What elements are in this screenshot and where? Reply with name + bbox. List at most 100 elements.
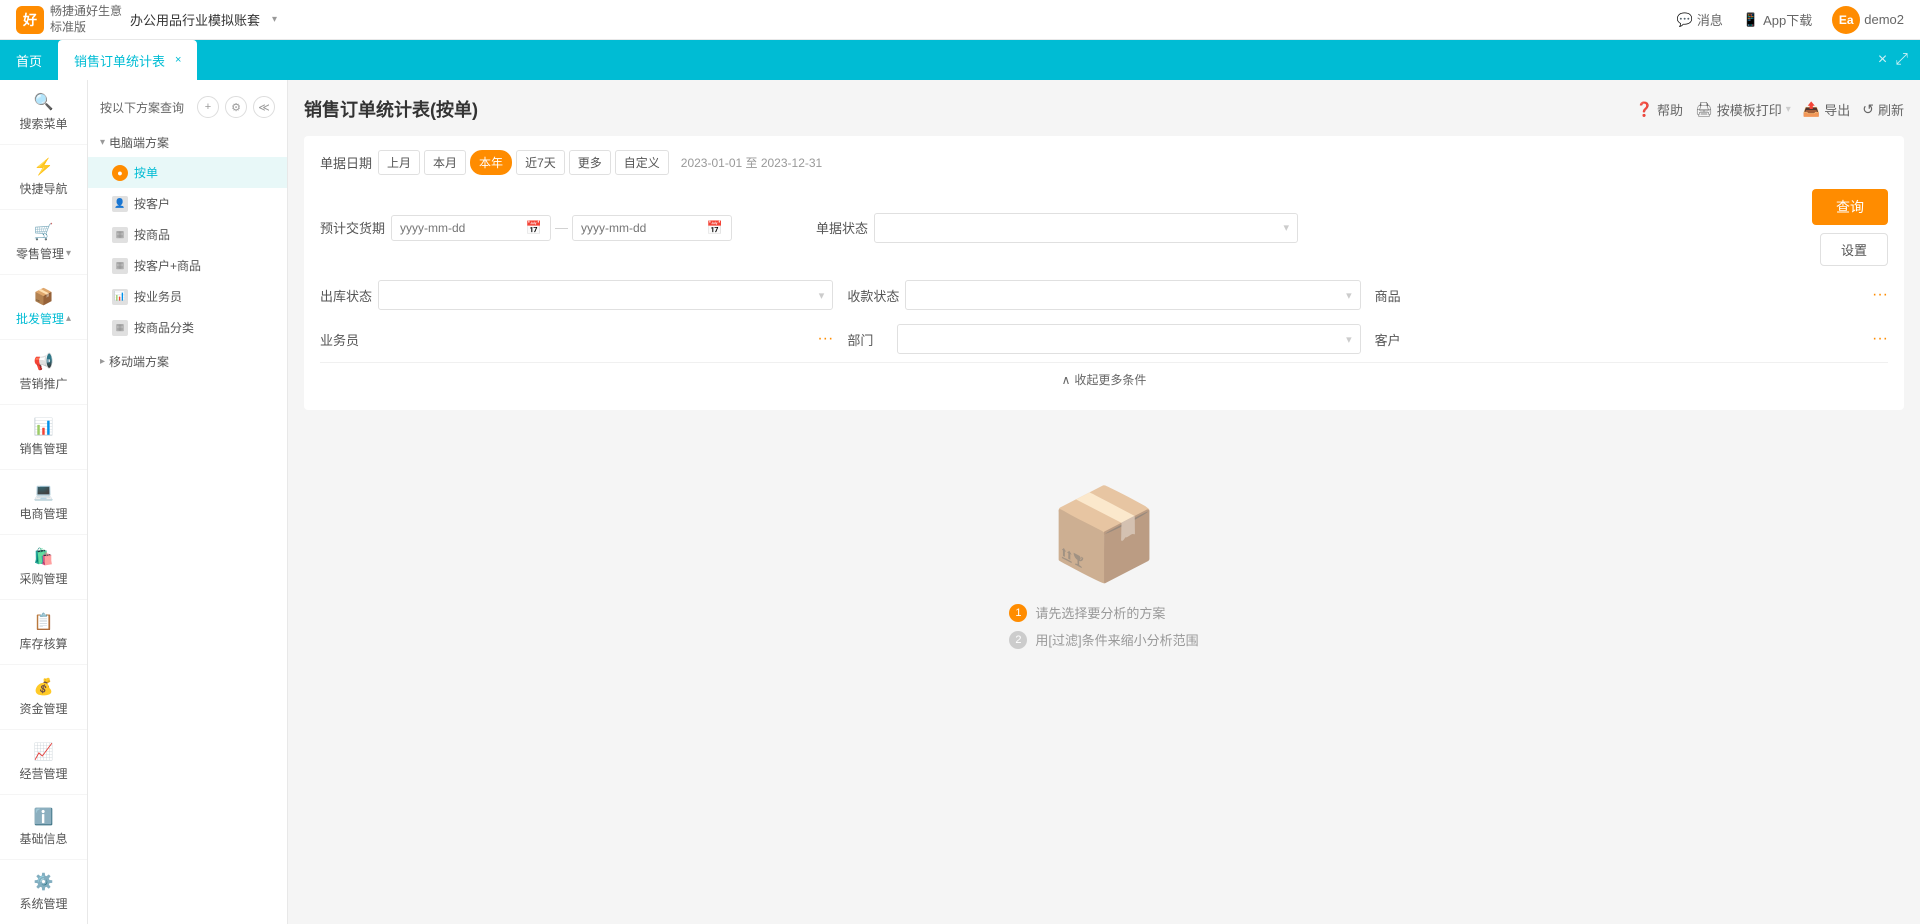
tab-active[interactable]: 销售订单统计表 × — [58, 40, 197, 80]
salesperson-more-btn[interactable]: ··· — [817, 330, 833, 348]
goods-more-btn[interactable]: ··· — [1872, 286, 1888, 304]
tab-close-btn[interactable]: × — [175, 54, 181, 66]
query-button[interactable]: 查询 — [1812, 189, 1888, 225]
by-customer-icon: 👤 — [112, 196, 128, 212]
sidebar-item-system[interactable]: ⚙️ 系统管理 — [0, 860, 87, 924]
scheme-by-goods[interactable]: ▦ 按商品 — [88, 219, 287, 250]
sidebar-item-marketing[interactable]: 📢 营销推广 — [0, 340, 87, 405]
shipping-status-select[interactable]: ▾ — [378, 280, 833, 310]
scheme-by-order[interactable]: ● 按单 — [88, 157, 287, 188]
calendar-to-icon: 📅 — [707, 220, 723, 236]
retail-arrow: ▾ — [66, 248, 71, 259]
app-download-btn[interactable]: 📱 App下载 — [1743, 10, 1812, 29]
sidebar-item-ecommerce[interactable]: 💻 电商管理 — [0, 470, 87, 535]
date-btn-last-month[interactable]: 上月 — [378, 150, 420, 175]
doc-status-select[interactable]: ▾ — [874, 213, 1298, 243]
pc-group-title[interactable]: ▾ 电脑端方案 — [88, 128, 287, 157]
date-btn-7days[interactable]: 近7天 — [516, 150, 565, 175]
finance-icon: 💰 — [34, 677, 54, 697]
date-btn-custom[interactable]: 自定义 — [615, 150, 669, 175]
logo-area: 好 畅捷通好生意 标准版 — [16, 4, 122, 35]
mobile-scheme-group: ▸ 移动端方案 — [88, 347, 287, 376]
add-scheme-btn[interactable]: + — [197, 96, 219, 118]
print-action[interactable]: 🖨 按模板打印 ▾ — [1695, 100, 1791, 119]
query-actions: 查询 设置 — [1808, 189, 1888, 266]
doc-status-label: 单据状态 — [816, 218, 868, 237]
sidebar-item-basic-info[interactable]: ℹ️ 基础信息 — [0, 795, 87, 860]
sidebar-item-purchase[interactable]: 🛍️ 采购管理 — [0, 535, 87, 600]
system-icon: ⚙️ — [34, 872, 54, 892]
tab-bar-actions: × ⤢ — [1878, 51, 1920, 69]
scheme-by-customer[interactable]: 👤 按客户 — [88, 188, 287, 219]
customer-label: 客户 — [1375, 330, 1419, 349]
by-category-icon: ▦ — [112, 320, 128, 336]
scheme-by-category[interactable]: ▦ 按商品分类 — [88, 312, 287, 343]
wholesale-arrow: ▴ — [66, 313, 71, 324]
settings-button[interactable]: 设置 — [1820, 233, 1888, 266]
left-panel: 按以下方案查询 + ⚙ ≪ ▾ 电脑端方案 ● 按单 👤 按 — [88, 80, 288, 924]
message-icon: 💬 — [1677, 12, 1693, 28]
sidebar-item-search-menu[interactable]: 🔍 搜索菜单 — [0, 80, 87, 145]
pc-group-label: 电脑端方案 — [109, 134, 169, 151]
date-btn-this-year[interactable]: 本年 — [470, 150, 512, 175]
scheme-query-label: 按以下方案查询 — [100, 99, 184, 116]
collapse-bar[interactable]: ∧ 收起更多条件 — [320, 362, 1888, 396]
sidebar-item-retail[interactable]: 🛒 零售管理 ▾ — [0, 210, 87, 275]
sidebar: 🔍 搜索菜单 ⚡ 快捷导航 🛒 零售管理 ▾ 📦 批发管理 ▴ 📢 营销推广 — [0, 80, 88, 924]
expected-date-from[interactable]: 📅 — [391, 215, 551, 241]
sidebar-item-finance[interactable]: 💰 资金管理 — [0, 665, 87, 730]
purchase-icon: 🛍️ — [34, 547, 54, 567]
by-customer-goods-icon: ▦ — [112, 258, 128, 274]
sidebar-item-quick-nav[interactable]: ⚡ 快捷导航 — [0, 145, 87, 210]
date-label: 单据日期 — [320, 153, 372, 172]
help-action[interactable]: ❓ 帮助 — [1636, 100, 1683, 119]
empty-illustration: 📦 — [1048, 482, 1160, 587]
by-order-icon: ● — [112, 165, 128, 181]
shipping-status-arrow: ▾ — [819, 289, 825, 302]
scheme-header-icons: + ⚙ ≪ — [197, 96, 275, 118]
help-icon: ❓ — [1636, 101, 1653, 118]
expected-date-to-input[interactable] — [581, 221, 703, 235]
page-header: 销售订单统计表(按单) ❓ 帮助 🖨 按模板打印 ▾ 📤 导出 — [304, 96, 1904, 122]
goods-label: 商品 — [1375, 286, 1419, 305]
tab-maximize[interactable]: ⤢ — [1895, 51, 1908, 69]
top-bar-title: 办公用品行业模拟账套 — [130, 10, 260, 29]
export-action[interactable]: 📤 导出 — [1803, 100, 1850, 119]
sidebar-item-operations[interactable]: 📈 经营管理 — [0, 730, 87, 795]
operations-icon: 📈 — [34, 742, 54, 762]
department-select[interactable]: ▾ — [897, 324, 1360, 354]
customer-more-btn[interactable]: ··· — [1872, 330, 1888, 348]
payment-status-select[interactable]: ▾ — [905, 280, 1360, 310]
ecommerce-icon: 💻 — [34, 482, 54, 502]
message-btn[interactable]: 💬 消息 — [1677, 10, 1723, 29]
page-header-actions: ❓ 帮助 🖨 按模板打印 ▾ 📤 导出 ↺ 刷新 — [1636, 100, 1904, 119]
scheme-by-customer-goods[interactable]: ▦ 按客户+商品 — [88, 250, 287, 281]
scheme-by-salesperson[interactable]: 📊 按业务员 — [88, 281, 287, 312]
tab-home[interactable]: 首页 — [0, 40, 58, 80]
department-arrow: ▾ — [1346, 333, 1352, 346]
settings-scheme-btn[interactable]: ⚙ — [225, 96, 247, 118]
date-btn-this-month[interactable]: 本月 — [424, 150, 466, 175]
refresh-action[interactable]: ↺ 刷新 — [1862, 100, 1904, 119]
date-btn-more[interactable]: 更多 — [569, 150, 611, 175]
sales-icon: 📊 — [34, 417, 54, 437]
collapse-arrow-icon: ∧ — [1062, 373, 1071, 387]
payment-status-label: 收款状态 — [847, 286, 899, 305]
empty-tips: 1 请先选择要分析的方案 2 用[过滤]条件来缩小分析范围 — [1009, 603, 1198, 649]
sidebar-item-sales[interactable]: 📊 销售管理 — [0, 405, 87, 470]
user-profile[interactable]: Ea demo2 — [1832, 6, 1904, 34]
mobile-group-title[interactable]: ▸ 移动端方案 — [88, 347, 287, 376]
sidebar-item-wholesale[interactable]: 📦 批发管理 ▴ — [0, 275, 87, 340]
pc-group-arrow: ▾ — [100, 137, 105, 148]
tab-close-window[interactable]: × — [1878, 51, 1887, 69]
top-bar-dropdown[interactable]: ▾ — [272, 14, 277, 25]
customer-field: 客户 ··· — [1375, 330, 1888, 349]
expected-date-to[interactable]: 📅 — [572, 215, 732, 241]
print-dropdown-icon: ▾ — [1786, 104, 1791, 115]
collapse-panel-btn[interactable]: ≪ — [253, 96, 275, 118]
date-buttons: 上月 本月 本年 近7天 更多 自定义 — [378, 150, 669, 175]
expected-date-from-input[interactable] — [400, 221, 522, 235]
sidebar-item-inventory[interactable]: 📋 库存核算 — [0, 600, 87, 665]
basic-info-icon: ℹ️ — [34, 807, 54, 827]
mobile-group-arrow: ▸ — [100, 356, 105, 367]
